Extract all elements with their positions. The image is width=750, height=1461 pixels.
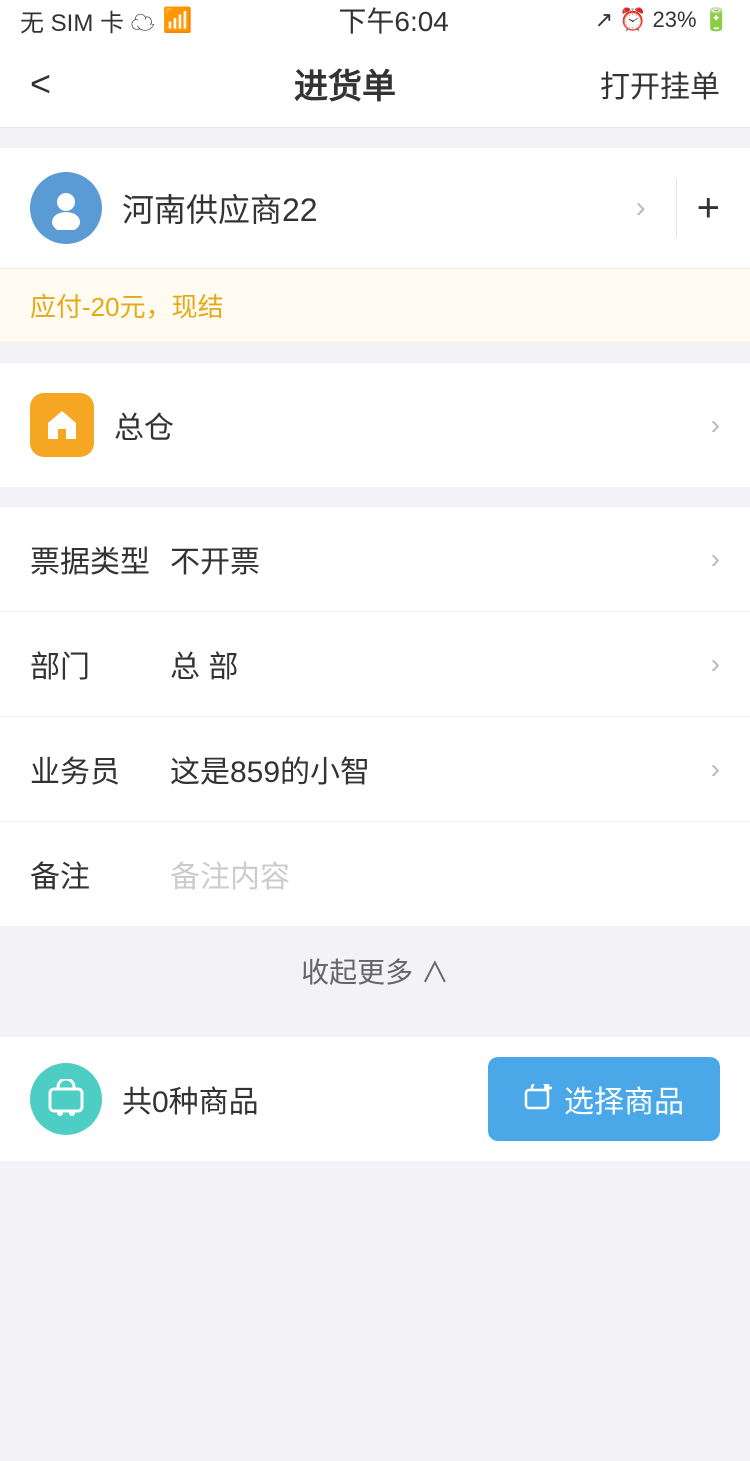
invoice-type-chevron-icon: › [711,543,720,575]
invoice-type-row[interactable]: 票据类型 不开票 › [0,507,750,612]
status-bar: 无 SIM 卡 ☁ 📶 下午6:04 ↗ ⏰ 23% 🔋 [0,0,750,40]
invoice-type-value: 不开票 [150,537,711,581]
warehouse-row[interactable]: 总仓 › [0,363,750,487]
warehouse-icon [44,407,80,443]
collapse-label: 收起更多 ∧ [301,957,449,988]
section-gap-2 [0,343,750,363]
supplier-section: 河南供应商22 › + 应付-20元，现结 [0,148,750,343]
avatar-svg [44,186,88,230]
warehouse-icon-wrap [30,393,94,457]
select-product-button[interactable]: 选择商品 [488,1057,720,1141]
battery-icon: 🔋 [703,7,730,33]
section-gap-4 [0,1015,750,1035]
cart-icon [46,1079,86,1119]
product-bar: 共0种商品 选择商品 [0,1037,750,1161]
product-count-label: 共0种商品 [122,1077,488,1121]
add-supplier-button[interactable]: + [697,186,720,231]
page-title: 进货单 [294,59,396,108]
remark-row[interactable]: 备注 备注内容 [0,822,750,927]
background-fill [0,1161,750,1461]
collapse-button[interactable]: 收起更多 ∧ [0,927,750,1015]
sim-label: 无 SIM 卡 ☁ [20,3,155,38]
battery-label: 23% [653,7,697,33]
section-gap-1 [0,128,750,148]
warehouse-section: 总仓 › [0,363,750,487]
supplier-avatar [30,172,102,244]
salesperson-label: 业务员 [30,747,150,791]
select-product-label: 选择商品 [564,1077,684,1121]
salesperson-row[interactable]: 业务员 这是859的小智 › [0,717,750,822]
status-left: 无 SIM 卡 ☁ 📶 [20,3,193,38]
supplier-chevron-icon: › [636,191,646,225]
department-row[interactable]: 部门 总 部 › [0,612,750,717]
form-section: 票据类型 不开票 › 部门 总 部 › 业务员 这是859的小智 › 备注 备注… [0,507,750,927]
back-button[interactable]: < [30,63,90,105]
vertical-divider [676,178,677,238]
salesperson-value: 这是859的小智 [150,747,711,791]
notice-text: 应付-20元，现结 [30,292,224,322]
supplier-name: 河南供应商22 [122,185,636,231]
product-icon-wrap [30,1063,102,1135]
department-value: 总 部 [150,642,711,686]
open-pending-button[interactable]: 打开挂单 [600,62,720,106]
warehouse-chevron-icon: › [711,409,720,441]
notice-banner: 应付-20元，现结 [0,268,750,343]
department-label: 部门 [30,642,150,686]
location-icon: ↗ [595,7,613,33]
warehouse-label: 总仓 [114,403,711,447]
alarm-icon: ⏰ [619,7,646,33]
supplier-row[interactable]: 河南供应商22 › + [0,148,750,268]
department-chevron-icon: › [711,648,720,680]
section-gap-3 [0,487,750,507]
invoice-type-label: 票据类型 [30,537,150,581]
salesperson-chevron-icon: › [711,753,720,785]
wifi-icon: 📶 [163,6,193,35]
remark-label: 备注 [30,852,150,896]
remark-input[interactable]: 备注内容 [150,852,720,896]
status-right: ↗ ⏰ 23% 🔋 [595,7,730,33]
select-product-icon [524,1084,554,1114]
status-time: 下午6:04 [338,0,449,40]
nav-bar: < 进货单 打开挂单 [0,40,750,128]
